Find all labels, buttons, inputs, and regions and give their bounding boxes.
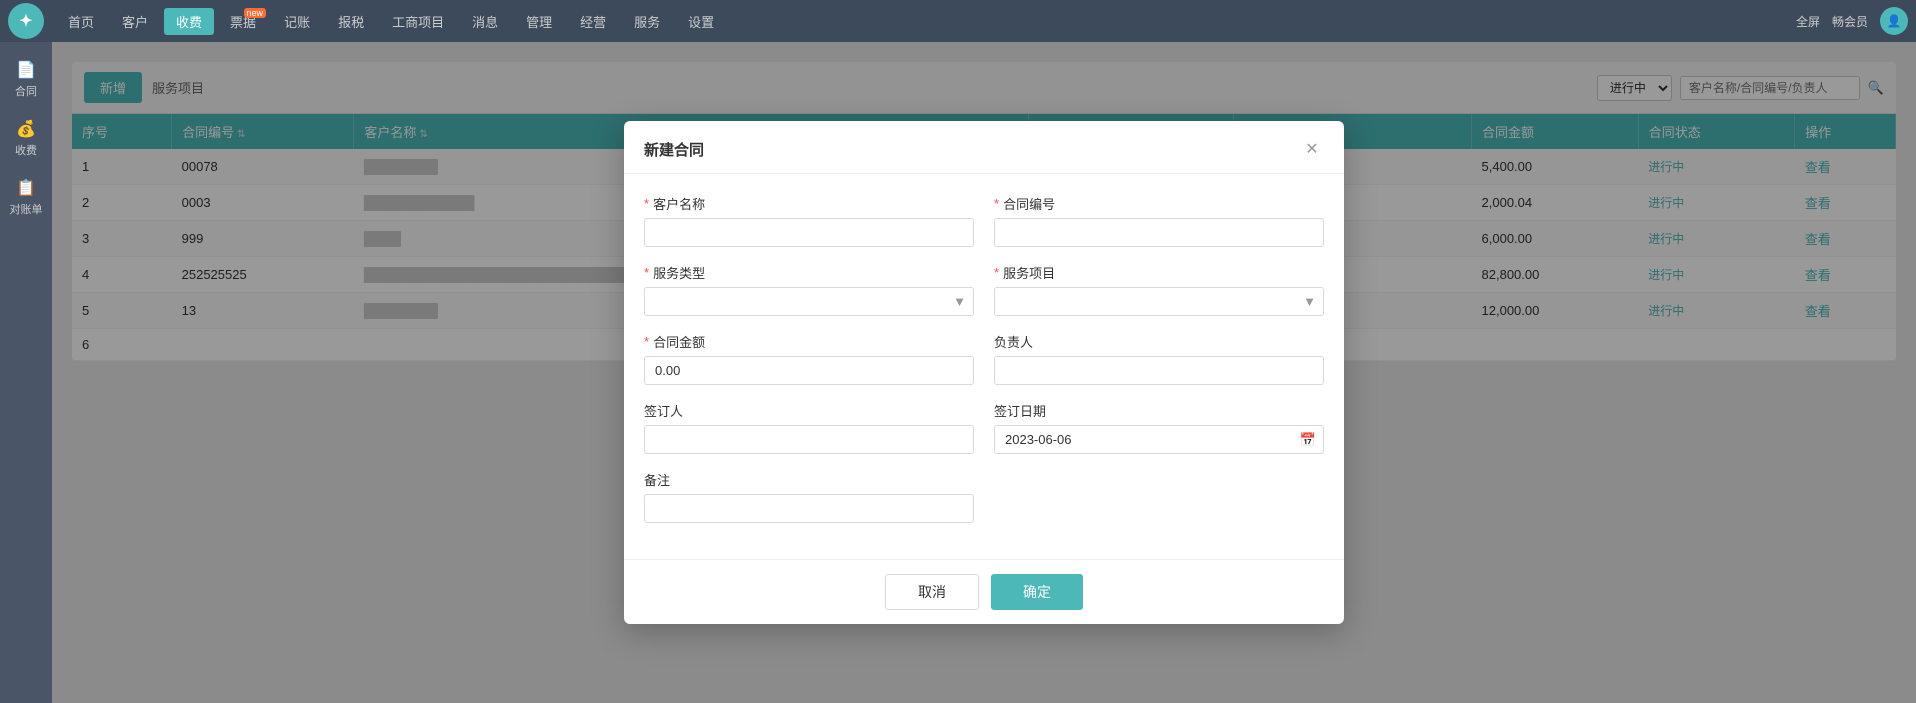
field-sign-date: 签订日期 📅 [994,401,1324,454]
contract-no-input[interactable] [994,218,1324,247]
modal-footer: 取消 确定 [624,559,1344,624]
service-type-input[interactable] [644,287,974,316]
sign-date-input[interactable] [994,425,1324,454]
field-service-item: * 服务项目 ▼ [994,263,1324,316]
sidebar-item-reconcile[interactable]: 📋 对账单 [2,170,50,225]
contract-no-label: * 合同编号 [994,194,1324,213]
modal-title: 新建合同 [644,139,704,160]
signer-label: 签订人 [644,401,974,420]
field-remark: 备注 [644,470,974,523]
nav-client[interactable]: 客户 [110,8,160,35]
cancel-button[interactable]: 取消 [885,574,979,610]
nav-tax[interactable]: 报税 [326,8,376,35]
main-layout: 📄 合同 💰 收费 📋 对账单 新增 服务项目 进行中 已完成 已取消 [0,42,1916,703]
fullscreen-btn[interactable]: 全屏 [1796,13,1820,30]
required-star-2: * [994,196,999,211]
field-client-name: * 客户名称 [644,194,974,247]
form-row-1: * 客户名称 * 合同编号 [644,194,1324,247]
sidebar-label-reconcile: 对账单 [10,201,43,217]
remark-label: 备注 [644,470,974,489]
required-star-3: * [644,265,649,280]
responsible-input[interactable] [994,356,1324,385]
modal-close-button[interactable]: ✕ [1300,137,1324,161]
service-item-label: * 服务项目 [994,263,1324,282]
nav-industry[interactable]: 工商项目 [380,8,456,35]
user-avatar[interactable]: 👤 [1880,7,1908,35]
modal-body: * 客户名称 * 合同编号 [624,174,1344,559]
field-signer: 签订人 [644,401,974,454]
nav-operation[interactable]: 经营 [568,8,618,35]
nav-settings[interactable]: 设置 [676,8,726,35]
confirm-button[interactable]: 确定 [991,574,1083,610]
sidebar-label-contract: 合同 [15,83,37,99]
client-name-input[interactable] [644,218,974,247]
responsible-label: 负责人 [994,332,1324,351]
nav-home[interactable]: 首页 [56,8,106,35]
modal-header: 新建合同 ✕ [624,121,1344,174]
service-type-label: * 服务类型 [644,263,974,282]
service-item-input[interactable] [994,287,1324,316]
signer-input[interactable] [644,425,974,454]
nav-menu: 首页 客户 收费 票据 new 记账 报税 工商项目 消息 管理 经营 服务 设… [56,8,1796,35]
service-item-wrapper: ▼ [994,287,1324,316]
form-row-4: 签订人 签订日期 📅 [644,401,1324,454]
required-star-4: * [994,265,999,280]
nav-invoice[interactable]: 票据 new [218,8,268,35]
sidebar-label-billing: 收费 [15,142,37,158]
remark-input[interactable] [644,494,974,523]
app-logo: ✦ [8,3,44,39]
sidebar-item-contract[interactable]: 📄 合同 [2,52,50,107]
field-contract-no: * 合同编号 [994,194,1324,247]
sidebar-item-billing[interactable]: 💰 收费 [2,111,50,166]
amount-label: * 合同金额 [644,332,974,351]
nav-service[interactable]: 服务 [622,8,672,35]
form-row-2: * 服务类型 ▼ * 服务项目 [644,263,1324,316]
calendar-icon[interactable]: 📅 [1300,432,1316,448]
billing-icon: 💰 [16,119,36,139]
form-row-3: * 合同金额 负责人 [644,332,1324,385]
contract-icon: 📄 [16,60,36,80]
field-responsible: 负责人 [994,332,1324,385]
top-right-actions: 全屏 畅会员 👤 [1796,7,1908,35]
new-badge: new [244,8,267,18]
amount-input[interactable] [644,356,974,385]
top-navigation: ✦ 首页 客户 收费 票据 new 记账 报税 工商项目 消息 管理 经营 服务… [0,0,1916,42]
nav-bookkeeping[interactable]: 记账 [272,8,322,35]
sign-date-wrapper: 📅 [994,425,1324,454]
reconcile-icon: 📋 [16,178,36,198]
left-sidebar: 📄 合同 💰 收费 📋 对账单 [0,42,52,703]
field-amount: * 合同金额 [644,332,974,385]
nav-message[interactable]: 消息 [460,8,510,35]
required-star-5: * [644,334,649,349]
main-content: 新增 服务项目 进行中 已完成 已取消 🔍 序号 合同编 [52,42,1916,703]
sign-date-label: 签订日期 [994,401,1324,420]
modal-overlay[interactable]: 新建合同 ✕ * 客户名称 [52,42,1916,703]
field-service-type: * 服务类型 ▼ [644,263,974,316]
member-btn[interactable]: 畅会员 [1832,13,1868,30]
new-contract-modal: 新建合同 ✕ * 客户名称 [624,121,1344,624]
nav-management[interactable]: 管理 [514,8,564,35]
nav-billing[interactable]: 收费 [164,8,214,35]
client-name-label: * 客户名称 [644,194,974,213]
service-type-wrapper: ▼ [644,287,974,316]
form-row-5: 备注 [644,470,1324,523]
required-star: * [644,196,649,211]
